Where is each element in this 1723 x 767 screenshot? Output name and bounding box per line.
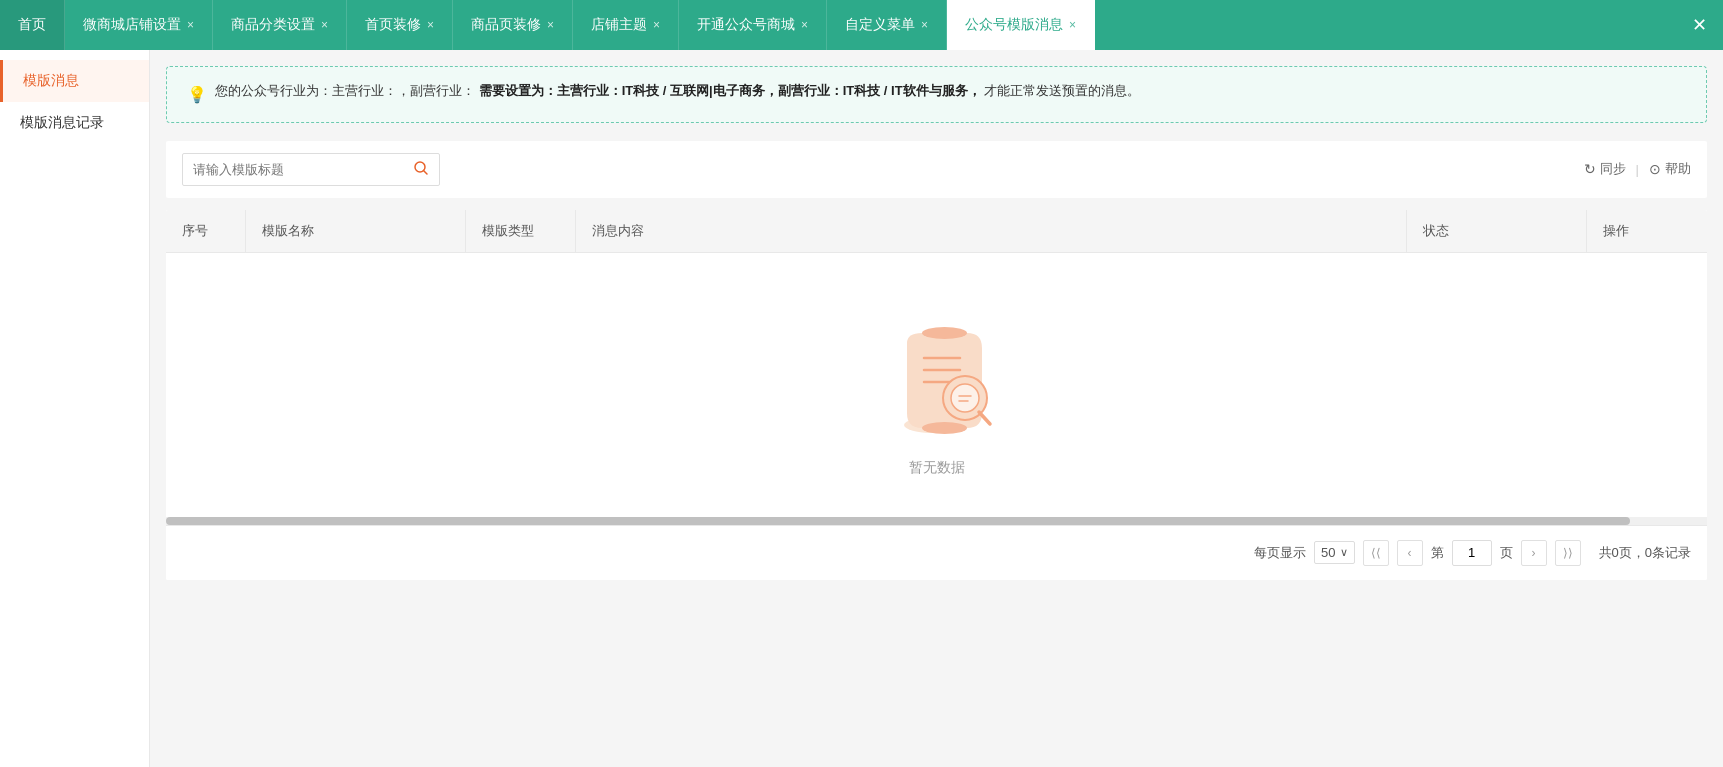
divider: | [1636, 162, 1639, 177]
empty-illustration [872, 313, 1002, 443]
nav-item-template-msg[interactable]: 公众号模版消息 × [947, 0, 1095, 50]
sidebar-item-template[interactable]: 模版消息 [0, 60, 149, 102]
close-icon-home-decor[interactable]: × [427, 18, 434, 32]
search-input-container [182, 153, 440, 186]
page-total-label: 共0页，0条记录 [1599, 544, 1691, 562]
svg-point-9 [951, 384, 979, 412]
col-header-content: 消息内容 [576, 210, 1407, 252]
close-icon-shop-theme[interactable]: × [653, 18, 660, 32]
page-size-value: 50 [1321, 545, 1335, 560]
help-icon: ⊙ [1649, 161, 1661, 177]
top-navigation: 首页 微商城店铺设置 × 商品分类设置 × 首页装修 × 商品页装修 × 店铺主… [0, 0, 1723, 50]
search-bar: ↻ 同步 | ⊙ 帮助 [166, 141, 1707, 198]
page-prev-button[interactable]: ‹ [1397, 540, 1423, 566]
nav-item-product-decor[interactable]: 商品页装修 × [453, 0, 573, 50]
close-icon-shop-setting[interactable]: × [187, 18, 194, 32]
notice-suffix: 才能正常发送预置的消息。 [984, 83, 1140, 98]
close-icon-template-msg[interactable]: × [1069, 18, 1076, 32]
nav-label-home-decor: 首页装修 [365, 16, 421, 34]
empty-text: 暂无数据 [909, 459, 965, 477]
nav-item-open-mall[interactable]: 开通公众号商城 × [679, 0, 827, 50]
close-icon-custom-menu[interactable]: × [921, 18, 928, 32]
chevron-down-icon: ∨ [1340, 546, 1348, 559]
help-button[interactable]: ⊙ 帮助 [1649, 160, 1691, 178]
page-label: 第 [1431, 544, 1444, 562]
main-layout: 模版消息 模版消息记录 💡 您的公众号行业为：主营行业：，副营行业： 需要设置为… [0, 50, 1723, 767]
nav-item-shop-setting[interactable]: 微商城店铺设置 × [65, 0, 213, 50]
search-right-actions: ↻ 同步 | ⊙ 帮助 [1584, 160, 1691, 178]
close-icon-open-mall[interactable]: × [801, 18, 808, 32]
notice-banner: 💡 您的公众号行业为：主营行业：，副营行业： 需要设置为：主营行业：IT科技 /… [166, 66, 1707, 123]
col-header-seq: 序号 [166, 210, 246, 252]
page-first-button[interactable]: ⟨⟨ [1363, 540, 1389, 566]
lightbulb-icon: 💡 [187, 82, 207, 108]
search-button[interactable] [403, 154, 439, 185]
nav-label-template-msg: 公众号模版消息 [965, 16, 1063, 34]
search-input[interactable] [183, 156, 403, 183]
col-header-status: 状态 [1407, 210, 1587, 252]
nav-label-product-decor: 商品页装修 [471, 16, 541, 34]
col-header-action: 操作 [1587, 210, 1707, 252]
page-suffix: 页 [1500, 544, 1513, 562]
nav-label-open-mall: 开通公众号商城 [697, 16, 795, 34]
nav-item-custom-menu[interactable]: 自定义菜单 × [827, 0, 947, 50]
col-header-type: 模版类型 [466, 210, 576, 252]
sidebar-label-template-record: 模版消息记录 [20, 114, 104, 130]
page-size-label: 每页显示 [1254, 544, 1306, 562]
page-next-button[interactable]: › [1521, 540, 1547, 566]
sidebar-label-template: 模版消息 [23, 72, 79, 88]
scrollbar-thumb[interactable] [166, 517, 1630, 525]
empty-state: 暂无数据 [166, 253, 1707, 517]
notice-prefix: 您的公众号行业为：主营行业：，副营行业： [215, 83, 475, 98]
nav-label-shop-setting: 微商城店铺设置 [83, 16, 181, 34]
close-icon-product-decor[interactable]: × [547, 18, 554, 32]
sync-button[interactable]: ↻ 同步 [1584, 160, 1626, 178]
svg-line-1 [424, 170, 428, 174]
nav-label-home: 首页 [18, 16, 46, 34]
search-icon [413, 160, 429, 176]
sidebar-item-template-record[interactable]: 模版消息记录 [0, 102, 149, 144]
table-container: 序号 模版名称 模版类型 消息内容 状态 操作 [166, 210, 1707, 580]
nav-label-shop-theme: 店铺主题 [591, 16, 647, 34]
nav-item-home-decor[interactable]: 首页装修 × [347, 0, 453, 50]
nav-close-all-button[interactable]: ✕ [1676, 14, 1723, 36]
col-header-name: 模版名称 [246, 210, 466, 252]
nav-label-category-setting: 商品分类设置 [231, 16, 315, 34]
svg-point-4 [922, 422, 967, 434]
svg-point-3 [922, 327, 967, 339]
horizontal-scrollbar[interactable] [166, 517, 1707, 525]
nav-item-shop-theme[interactable]: 店铺主题 × [573, 0, 679, 50]
page-number-input[interactable] [1452, 540, 1492, 566]
help-label: 帮助 [1665, 160, 1691, 178]
notice-highlight: 需要设置为：主营行业：IT科技 / 互联网|电子商务，副营行业：IT科技 / I… [479, 83, 981, 98]
nav-item-category-setting[interactable]: 商品分类设置 × [213, 0, 347, 50]
table-header: 序号 模版名称 模版类型 消息内容 状态 操作 [166, 210, 1707, 253]
content-area: 💡 您的公众号行业为：主营行业：，副营行业： 需要设置为：主营行业：IT科技 /… [150, 50, 1723, 767]
sidebar: 模版消息 模版消息记录 [0, 50, 150, 767]
refresh-icon: ↻ [1584, 161, 1596, 177]
page-size-select[interactable]: 50 ∨ [1314, 541, 1354, 564]
nav-item-home[interactable]: 首页 [0, 0, 65, 50]
close-icon-category-setting[interactable]: × [321, 18, 328, 32]
pagination: 每页显示 50 ∨ ⟨⟨ ‹ 第 页 › ⟩⟩ 共0页，0条记录 [166, 525, 1707, 580]
page-last-button[interactable]: ⟩⟩ [1555, 540, 1581, 566]
notice-text: 您的公众号行业为：主营行业：，副营行业： 需要设置为：主营行业：IT科技 / 互… [215, 81, 1140, 102]
sync-label: 同步 [1600, 160, 1626, 178]
nav-label-custom-menu: 自定义菜单 [845, 16, 915, 34]
